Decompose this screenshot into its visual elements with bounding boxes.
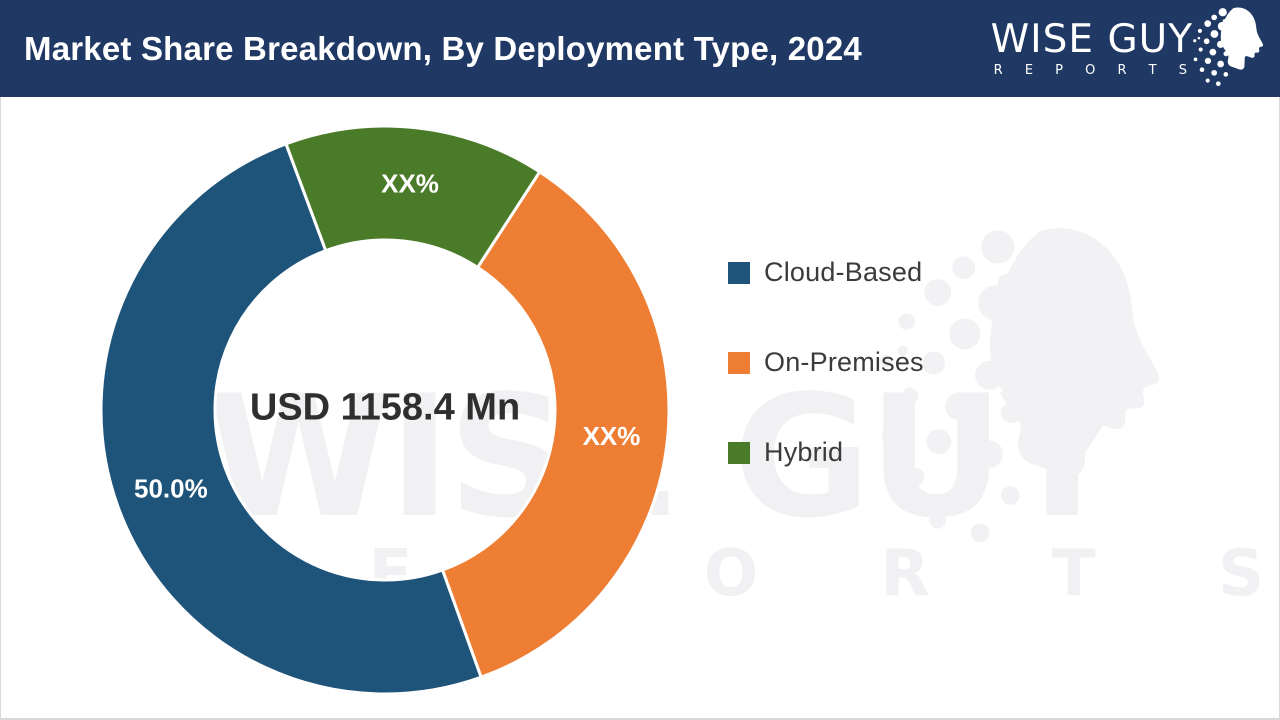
slice-value-label: XX% xyxy=(583,421,641,451)
legend-label: Hybrid xyxy=(764,437,844,467)
legend-swatch-on-premises xyxy=(728,351,750,374)
legend-label: On-Premises xyxy=(764,347,924,377)
report-chart-page: { "header": { "title": "Market Share Bre… xyxy=(0,0,1280,720)
logo-subtitle: R E P O R T S xyxy=(993,62,1196,78)
legend-swatch-hybrid xyxy=(728,441,750,464)
legend-item-on-premises[interactable]: On-Premises xyxy=(728,347,924,377)
header-bar: Market Share Breakdown, By Deployment Ty… xyxy=(0,0,1280,97)
chart-legend: Cloud-Based On-Premises Hybrid xyxy=(728,257,924,467)
slice-value-label: XX% xyxy=(381,168,439,198)
legend-item-hybrid[interactable]: Hybrid xyxy=(728,437,924,467)
legend-item-cloud-based[interactable]: Cloud-Based xyxy=(728,257,924,287)
legend-label: Cloud-Based xyxy=(764,257,923,287)
wise-guy-logo: WISE GUY R E P O R T S xyxy=(988,5,1266,93)
slice-value-label: 50.0% xyxy=(134,473,208,503)
donut-center-value: USD 1158.4 Mn xyxy=(249,386,521,429)
legend-swatch-cloud-based xyxy=(728,261,750,284)
donut-chart: 50.0% XX% XX% xyxy=(99,124,671,696)
page-title: Market Share Breakdown, By Deployment Ty… xyxy=(24,29,862,67)
logo-text: WISE GUY R E P O R T S xyxy=(988,20,1196,78)
logo-wordmark: WISE GUY xyxy=(990,16,1194,62)
